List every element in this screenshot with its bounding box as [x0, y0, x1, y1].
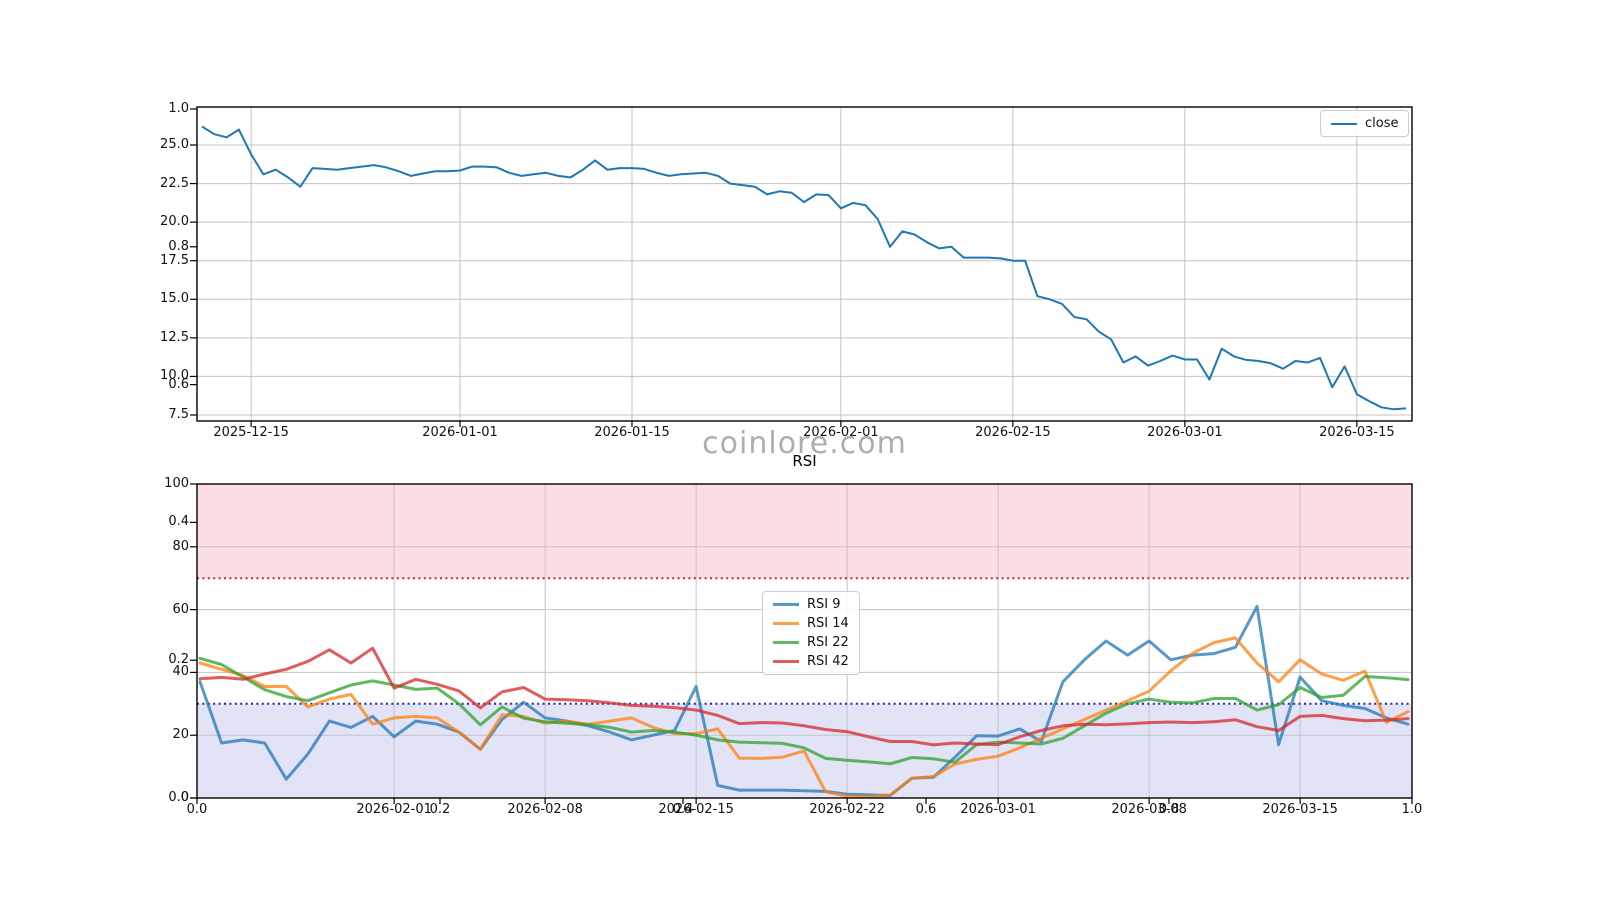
legend-row-close: close [1327, 114, 1402, 133]
overbought-band [197, 484, 1412, 579]
legend-row-rsi: RSI 14 [769, 614, 853, 633]
price-axes-border [196, 106, 1413, 422]
rsi-legend: RSI 9 RSI 14 RSI 22 RSI 42 [762, 591, 860, 675]
legend-line-sample [773, 622, 799, 625]
legend-line-sample [773, 603, 799, 606]
rsi-chart-title: RSI [792, 452, 817, 470]
legend-row-rsi: RSI 22 [769, 633, 853, 652]
close-line [201, 125, 1407, 411]
legend-row-rsi: RSI 42 [769, 652, 853, 671]
legend-line-sample [773, 641, 799, 644]
price-legend: close [1320, 110, 1410, 137]
legend-row-rsi: RSI 9 [769, 595, 853, 614]
legend-label: close [1365, 116, 1399, 131]
figure: coinlore.com RSI 25.0 22.5 20.0 17.5 15.0 12.… [0, 0, 1600, 900]
legend-label: RSI 42 [807, 654, 849, 669]
legend-label: RSI 14 [807, 616, 849, 631]
legend-label: RSI 22 [807, 635, 849, 650]
legend-line-sample [773, 660, 799, 663]
legend-label: RSI 9 [807, 597, 841, 612]
legend-line-sample [1331, 122, 1357, 125]
